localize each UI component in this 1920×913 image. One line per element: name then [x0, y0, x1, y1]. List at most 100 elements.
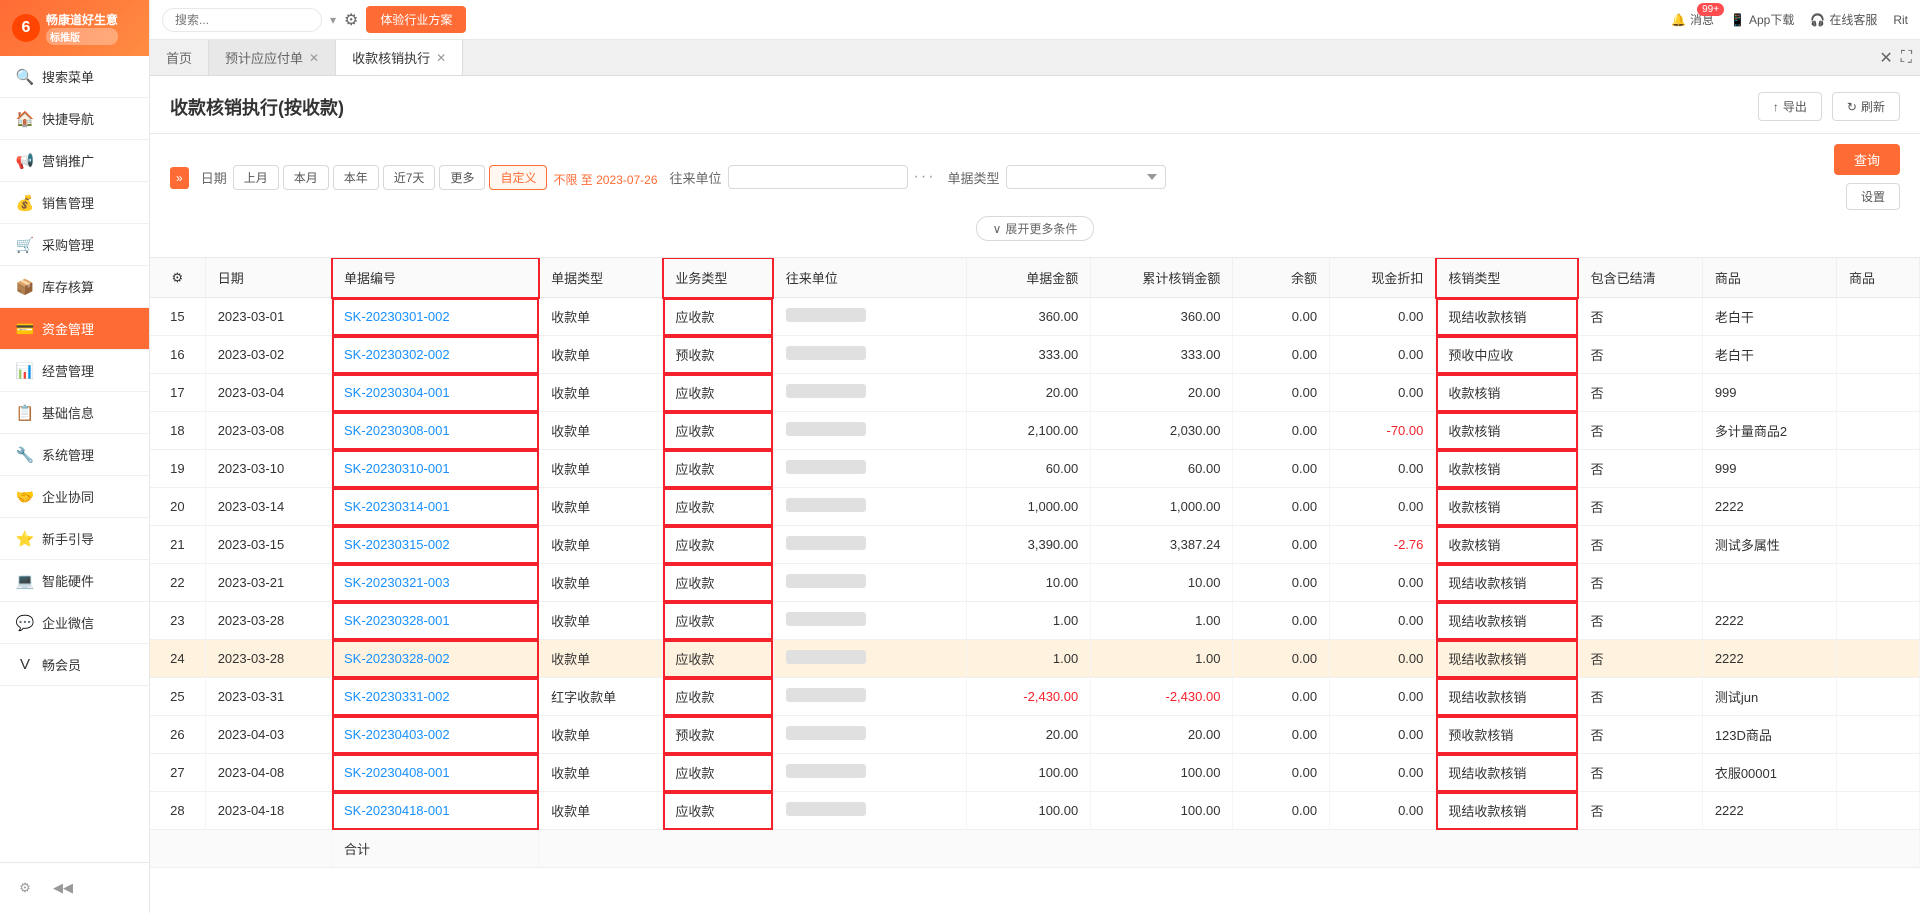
solution-btn[interactable]: 体验行业方案: [366, 6, 466, 33]
code-link[interactable]: SK-20230321-003: [344, 575, 450, 590]
row-goods2: [1837, 602, 1920, 640]
expand-conditions-btn[interactable]: ∨ 展开更多条件: [976, 216, 1095, 241]
row-balance: 0.00: [1233, 564, 1330, 602]
row-biz-type: 应收款: [663, 678, 773, 716]
sidebar: 6 畅康道好生意 标推版 🔍搜索菜单🏠快捷导航📢营销推广💰销售管理🛒采购管理📦库…: [0, 0, 150, 913]
tab-prepay[interactable]: 预计应应付单 ✕: [209, 40, 336, 75]
tab-home[interactable]: 首页: [150, 40, 209, 75]
sidebar-item-base-info[interactable]: 📋基础信息: [0, 392, 149, 434]
notification-btn[interactable]: 🔔 消息 99+: [1671, 11, 1714, 28]
counterparty-masked: [786, 574, 866, 588]
chevron-down-icon: ∨: [993, 222, 1002, 236]
sidebar-item-hardware[interactable]: 💻智能硬件: [0, 560, 149, 602]
th-balance: 余额: [1233, 258, 1330, 298]
setting-btn[interactable]: 设置: [1846, 183, 1900, 210]
sidebar-item-member[interactable]: V畅会员: [0, 644, 149, 686]
sidebar-item-system[interactable]: 🔧系统管理: [0, 434, 149, 476]
page-header: 收款核销执行(按收款) ↑ 导出 ↻ 刷新: [150, 76, 1920, 134]
row-goods: 2222: [1702, 640, 1836, 678]
user-info[interactable]: Rit: [1893, 13, 1908, 27]
online-service-btn[interactable]: 🎧 在线客服: [1810, 11, 1877, 28]
column-settings-icon[interactable]: ⚙: [172, 270, 184, 285]
sidebar-item-enterprise[interactable]: 🤝企业协同: [0, 476, 149, 518]
row-discount: -70.00: [1330, 412, 1436, 450]
collapse-btn[interactable]: ◀◀: [48, 873, 78, 903]
bill-type-select[interactable]: [1006, 165, 1166, 189]
row-num: 21: [150, 526, 205, 564]
tab-receipt[interactable]: 收款核销执行 ✕: [336, 40, 463, 75]
counterparty-more-icon[interactable]: ···: [914, 168, 936, 186]
settings-bottom-btn[interactable]: ⚙: [10, 873, 40, 903]
topbar-gear-icon[interactable]: ⚙: [344, 10, 358, 30]
sidebar-icon-hardware: 💻: [16, 572, 34, 590]
row-goods: 999: [1702, 450, 1836, 488]
code-link[interactable]: SK-20230304-001: [344, 385, 450, 400]
app-download-btn[interactable]: 📱 App下载: [1730, 11, 1794, 28]
th-cancel-amount: 累计核销金额: [1091, 258, 1233, 298]
sidebar-item-operations[interactable]: 📊经营管理: [0, 350, 149, 392]
th-settings[interactable]: ⚙: [150, 258, 205, 298]
row-counterparty: [773, 298, 966, 336]
sidebar-item-wechat[interactable]: 💬企业微信: [0, 602, 149, 644]
sidebar-item-quick-nav[interactable]: 🏠快捷导航: [0, 98, 149, 140]
code-link[interactable]: SK-20230408-001: [344, 765, 450, 780]
tab-receipt-close[interactable]: ✕: [436, 51, 446, 65]
query-btn[interactable]: 查询: [1834, 144, 1900, 175]
row-amount: -2,430.00: [967, 678, 1091, 716]
filter-counterparty-item: 往来单位 ···: [670, 165, 936, 189]
row-cancel-amount: 60.00: [1091, 450, 1233, 488]
row-code: SK-20230308-001: [332, 412, 539, 450]
code-link[interactable]: SK-20230418-001: [344, 803, 450, 818]
tab-prepay-close[interactable]: ✕: [309, 51, 319, 65]
date-btn-more[interactable]: 更多: [439, 165, 485, 190]
table-row: 19 2023-03-10 SK-20230310-001 收款单 应收款 60…: [150, 450, 1920, 488]
row-biz-type: 应收款: [663, 412, 773, 450]
row-date: 2023-03-01: [205, 298, 331, 336]
code-link[interactable]: SK-20230331-002: [344, 689, 450, 704]
sidebar-icon-enterprise: 🤝: [16, 488, 34, 506]
topbar-search-input[interactable]: [162, 8, 322, 32]
counterparty-input[interactable]: [728, 165, 908, 189]
maximize-icon[interactable]: ⛶: [1901, 49, 1912, 67]
date-btn-this-year[interactable]: 本年: [333, 165, 379, 190]
export-btn[interactable]: ↑ 导出: [1758, 92, 1822, 121]
row-balance: 0.00: [1233, 526, 1330, 564]
code-link[interactable]: SK-20230328-001: [344, 613, 450, 628]
close-window-icon[interactable]: ✕: [1879, 48, 1892, 68]
data-table: ⚙ 日期 单据编号 单据类型 业务类型 往来单位 单据金额 累计核销金额 余额 …: [150, 258, 1920, 868]
sidebar-item-marketing[interactable]: 📢营销推广: [0, 140, 149, 182]
app-name: 畅康道好生意: [46, 11, 118, 28]
code-link[interactable]: SK-20230328-002: [344, 651, 450, 666]
filter-expand-arrow[interactable]: »: [170, 165, 189, 189]
sidebar-item-guide[interactable]: ⭐新手引导: [0, 518, 149, 560]
sidebar-item-purchase[interactable]: 🛒采购管理: [0, 224, 149, 266]
refresh-btn[interactable]: ↻ 刷新: [1832, 92, 1900, 121]
table-container[interactable]: ⚙ 日期 单据编号 单据类型 业务类型 往来单位 单据金额 累计核销金额 余额 …: [150, 258, 1920, 913]
row-discount: 0.00: [1330, 450, 1436, 488]
code-link[interactable]: SK-20230301-002: [344, 309, 450, 324]
sidebar-item-finance[interactable]: 💳资金管理: [0, 308, 149, 350]
date-btn-7days[interactable]: 近7天: [383, 165, 436, 190]
row-bill-type: 收款单: [539, 640, 663, 678]
row-balance: 0.00: [1233, 678, 1330, 716]
row-num: 28: [150, 792, 205, 830]
tabbar-btns: ✕ ⛶: [1871, 48, 1920, 68]
row-balance: 0.00: [1233, 716, 1330, 754]
logo-icon: 6: [12, 14, 40, 42]
code-link[interactable]: SK-20230308-001: [344, 423, 450, 438]
sidebar-item-sales[interactable]: 💰销售管理: [0, 182, 149, 224]
code-link[interactable]: SK-20230403-002: [344, 727, 450, 742]
code-link[interactable]: SK-20230314-001: [344, 499, 450, 514]
code-link[interactable]: SK-20230302-002: [344, 347, 450, 362]
sidebar-item-search[interactable]: 🔍搜索菜单: [0, 56, 149, 98]
date-btn-last-month[interactable]: 上月: [233, 165, 279, 190]
row-include-cleared: 否: [1578, 754, 1702, 792]
sidebar-item-inventory[interactable]: 📦库存核算: [0, 266, 149, 308]
topbar-chevron-icon[interactable]: ▾: [330, 13, 336, 27]
code-link[interactable]: SK-20230315-002: [344, 537, 450, 552]
row-biz-type: 应收款: [663, 526, 773, 564]
code-link[interactable]: SK-20230310-001: [344, 461, 450, 476]
row-cancel-amount: 1,000.00: [1091, 488, 1233, 526]
date-btn-this-month[interactable]: 本月: [283, 165, 329, 190]
date-btn-custom[interactable]: 自定义: [489, 165, 547, 190]
